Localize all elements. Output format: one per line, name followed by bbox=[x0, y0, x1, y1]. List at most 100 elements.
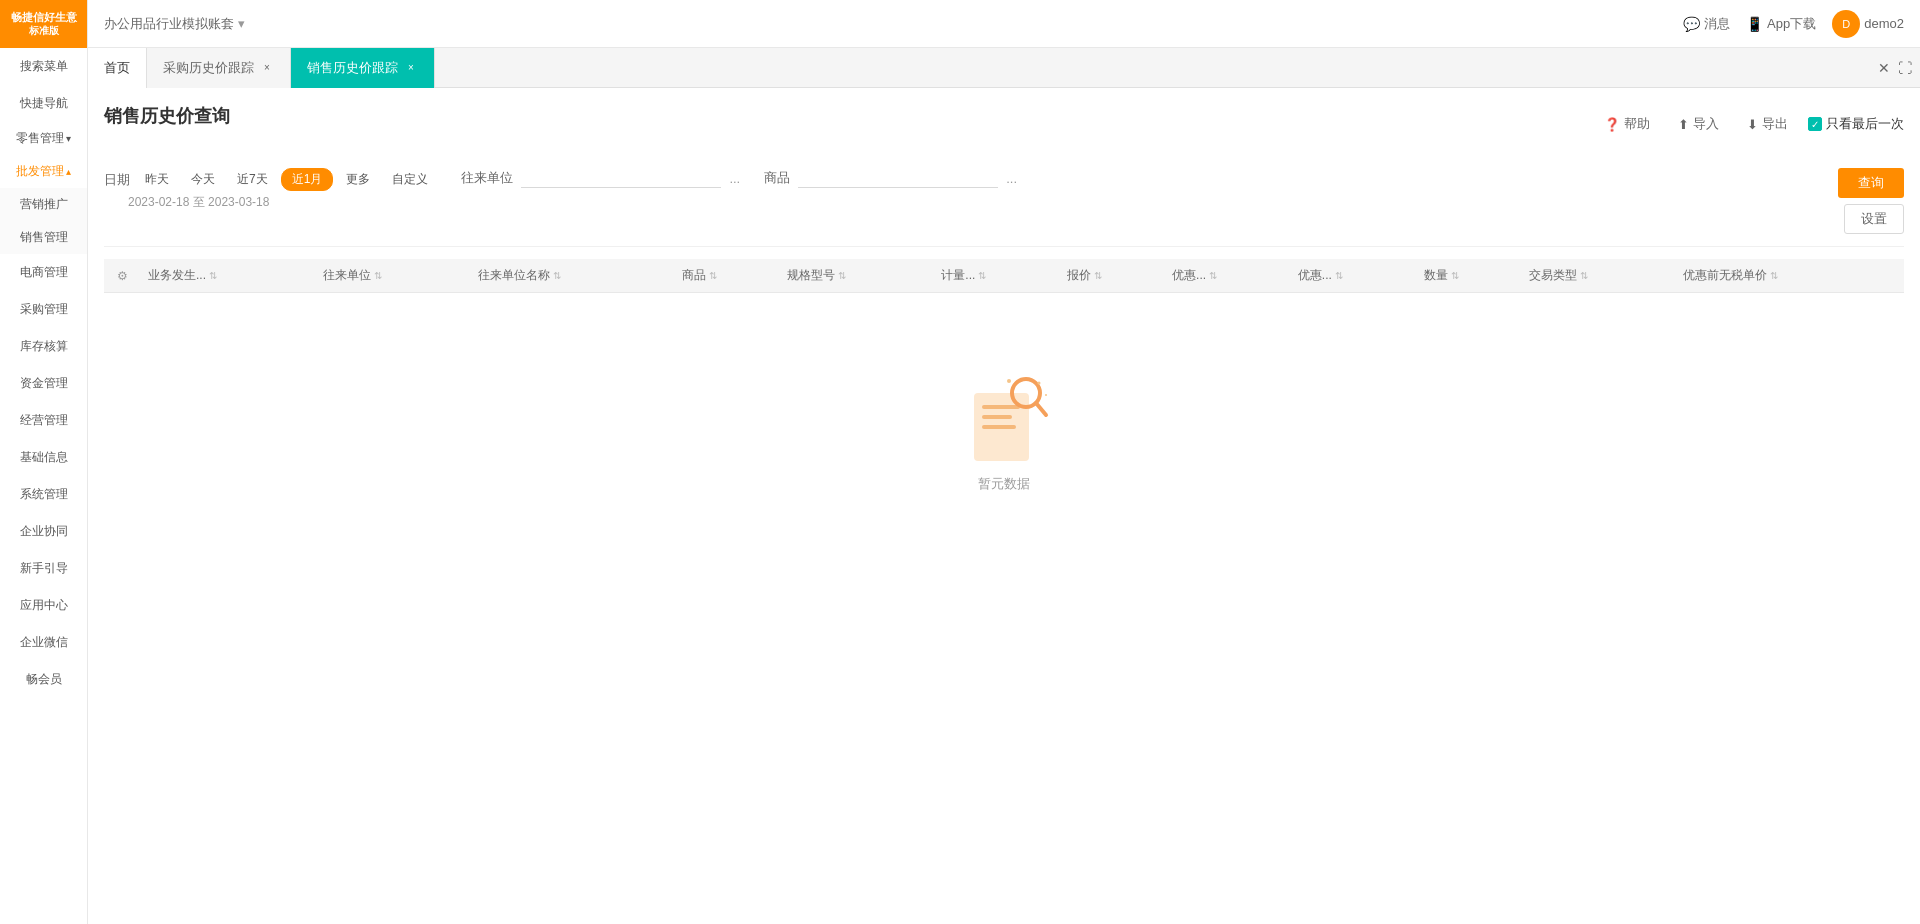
empty-text: 暂元数据 bbox=[978, 475, 1030, 493]
date-btn-yesterday[interactable]: 昨天 bbox=[136, 168, 178, 191]
partner-filter-group: 往来单位 ... bbox=[461, 168, 740, 188]
tab-close-sales-history[interactable]: × bbox=[404, 61, 418, 75]
sidebar-item-enterprise-wechat[interactable]: 企业微信 bbox=[0, 624, 87, 661]
sidebar-item-finance-mgmt[interactable]: 资金管理 bbox=[0, 365, 87, 402]
partner-input-dots[interactable]: ... bbox=[729, 171, 740, 186]
empty-svg bbox=[954, 373, 1054, 463]
message-button[interactable]: 💬 消息 bbox=[1683, 15, 1730, 33]
sidebar-item-member-card[interactable]: 畅会员 bbox=[0, 661, 87, 698]
date-filter-label: 日期 bbox=[104, 171, 130, 189]
avatar: D bbox=[1832, 10, 1860, 38]
download-icon: 📱 bbox=[1746, 16, 1763, 32]
partner-filter-input[interactable] bbox=[521, 168, 721, 188]
product-filter-group: 商品 ... bbox=[764, 168, 1017, 188]
product-filter-label: 商品 bbox=[764, 169, 790, 187]
th-discount1[interactable]: 优惠... ⇅ bbox=[1164, 259, 1290, 293]
sidebar-item-ecommerce-mgmt[interactable]: 电商管理 bbox=[0, 254, 87, 291]
sidebar-item-app-center[interactable]: 应用中心 bbox=[0, 587, 87, 624]
sidebar-item-marketing[interactable]: 营销推广 bbox=[0, 188, 87, 221]
user-menu-button[interactable]: D demo2 bbox=[1832, 10, 1904, 38]
sidebar-item-sales-mgmt[interactable]: 销售管理 bbox=[0, 221, 87, 254]
th-partner-code[interactable]: 往来单位 ⇅ bbox=[315, 259, 470, 293]
sidebar-item-basic-info[interactable]: 基础信息 bbox=[0, 439, 87, 476]
date-buttons: 昨天 今天 近7天 近1月 更多 自定义 bbox=[136, 168, 437, 191]
th-spec[interactable]: 规格型号 ⇅ bbox=[779, 259, 934, 293]
th-unit[interactable]: 计量... ⇅ bbox=[933, 259, 1059, 293]
svg-rect-2 bbox=[982, 415, 1012, 419]
close-tab-btn[interactable]: ✕ bbox=[1878, 60, 1890, 76]
th-partner-name[interactable]: 往来单位名称 ⇅ bbox=[470, 259, 674, 293]
date-btn-last1month[interactable]: 近1月 bbox=[281, 168, 334, 191]
empty-state: 暂元数据 bbox=[104, 293, 1904, 573]
logo-text: 畅捷信好生意 标准版 bbox=[11, 11, 77, 36]
date-range-display: 2023-02-18 至 2023-03-18 bbox=[128, 194, 437, 211]
sidebar-item-quick-nav[interactable]: 快捷导航 bbox=[0, 85, 87, 122]
sidebar-item-retail-mgmt[interactable]: 零售管理 ▾ bbox=[0, 122, 87, 155]
help-button[interactable]: ❓ 帮助 bbox=[1596, 111, 1658, 137]
svg-line-5 bbox=[1036, 403, 1046, 415]
tabs-right-controls: ✕ ⛶ bbox=[1870, 60, 1920, 76]
th-biz-date[interactable]: 业务发生... ⇅ bbox=[140, 259, 315, 293]
product-filter-input[interactable] bbox=[798, 168, 998, 188]
tab-close-purchase-history[interactable]: × bbox=[260, 61, 274, 75]
date-btn-today[interactable]: 今天 bbox=[182, 168, 224, 191]
main-area: 办公用品行业模拟账套 ▾ 💬 消息 📱 App下载 D demo2 首页 采购历… bbox=[88, 0, 1920, 924]
sidebar-item-wholesale-mgmt[interactable]: 批发管理 ▴ bbox=[0, 155, 87, 188]
svg-point-8 bbox=[1045, 394, 1047, 396]
query-button[interactable]: 查询 bbox=[1838, 168, 1904, 198]
sidebar-item-business-mgmt[interactable]: 经营管理 bbox=[0, 402, 87, 439]
th-quantity[interactable]: 数量 ⇅ bbox=[1416, 259, 1521, 293]
date-btn-custom[interactable]: 自定义 bbox=[383, 168, 437, 191]
sort-icon-partner-name: ⇅ bbox=[553, 270, 561, 281]
topbar-actions: 💬 消息 📱 App下载 D demo2 bbox=[1683, 10, 1904, 38]
th-product[interactable]: 商品 ⇅ bbox=[674, 259, 779, 293]
sidebar-item-search-menu[interactable]: 搜索菜单 bbox=[0, 48, 87, 85]
fullscreen-btn[interactable]: ⛶ bbox=[1898, 60, 1912, 76]
th-discount2[interactable]: 优惠... ⇅ bbox=[1290, 259, 1416, 293]
import-button[interactable]: ⬆ 导入 bbox=[1670, 111, 1727, 137]
filter-bar: 日期 昨天 今天 近7天 近1月 更多 自定义 2023-02-18 至 202… bbox=[104, 156, 1904, 247]
date-btn-more[interactable]: 更多 bbox=[337, 168, 379, 191]
sort-icon-quote-price: ⇅ bbox=[1094, 270, 1102, 281]
page-title: 销售历史价查询 bbox=[104, 104, 230, 128]
sidebar-item-enterprise-coop[interactable]: 企业协同 bbox=[0, 513, 87, 550]
chevron-down-icon[interactable]: ▾ bbox=[238, 16, 245, 31]
message-icon: 💬 bbox=[1683, 16, 1700, 32]
sort-icon-unit: ⇅ bbox=[978, 270, 986, 281]
sort-icon-product: ⇅ bbox=[709, 270, 717, 281]
only-last-checkbox[interactable]: ✓ 只看最后一次 bbox=[1808, 115, 1904, 133]
tab-home[interactable]: 首页 bbox=[88, 48, 147, 88]
th-trade-type[interactable]: 交易类型 ⇅ bbox=[1521, 259, 1676, 293]
sidebar-item-inventory-check[interactable]: 库存核算 bbox=[0, 328, 87, 365]
settings-button[interactable]: 设置 bbox=[1844, 204, 1904, 234]
th-settings: ⚙ bbox=[104, 259, 140, 293]
sidebar-item-purchase-mgmt[interactable]: 采购管理 bbox=[0, 291, 87, 328]
table-settings-icon[interactable]: ⚙ bbox=[117, 269, 128, 283]
tab-sales-history[interactable]: 销售历史价跟踪 × bbox=[291, 48, 435, 88]
sidebar-item-system-mgmt[interactable]: 系统管理 bbox=[0, 476, 87, 513]
tabs-bar: 首页 采购历史价跟踪 × 销售历史价跟踪 × ✕ ⛶ bbox=[88, 48, 1920, 88]
product-input-dots[interactable]: ... bbox=[1006, 171, 1017, 186]
app-download-button[interactable]: 📱 App下载 bbox=[1746, 15, 1816, 33]
sort-icon-partner-code: ⇅ bbox=[374, 270, 382, 281]
page-container: 销售历史价查询 ❓ 帮助 ⬆ 导入 ⬇ 导出 bbox=[88, 88, 1920, 924]
topbar: 办公用品行业模拟账套 ▾ 💬 消息 📱 App下载 D demo2 bbox=[88, 0, 1920, 48]
export-button[interactable]: ⬇ 导出 bbox=[1739, 111, 1796, 137]
th-pretax-price[interactable]: 优惠前无税单价 ⇅ bbox=[1675, 259, 1904, 293]
export-icon: ⬇ bbox=[1747, 117, 1758, 132]
partner-filter-label: 往来单位 bbox=[461, 169, 513, 187]
sort-icon-quantity: ⇅ bbox=[1451, 270, 1459, 281]
import-icon: ⬆ bbox=[1678, 117, 1689, 132]
empty-illustration bbox=[954, 373, 1054, 463]
sort-icon-discount2: ⇅ bbox=[1335, 270, 1343, 281]
sort-icon-trade-type: ⇅ bbox=[1580, 270, 1588, 281]
date-btn-last7days[interactable]: 近7天 bbox=[228, 168, 277, 191]
tab-purchase-history[interactable]: 采购历史价跟踪 × bbox=[147, 48, 291, 88]
svg-rect-1 bbox=[982, 405, 1020, 409]
sidebar-item-new-guide[interactable]: 新手引导 bbox=[0, 550, 87, 587]
page-content: 销售历史价查询 ❓ 帮助 ⬆ 导入 ⬇ 导出 bbox=[88, 88, 1920, 924]
svg-point-7 bbox=[1038, 382, 1041, 385]
filter-right-buttons: 查询 设置 bbox=[1838, 168, 1904, 234]
sidebar-logo[interactable]: 畅捷信好生意 标准版 bbox=[0, 0, 87, 48]
th-quote-price[interactable]: 报价 ⇅ bbox=[1059, 259, 1164, 293]
